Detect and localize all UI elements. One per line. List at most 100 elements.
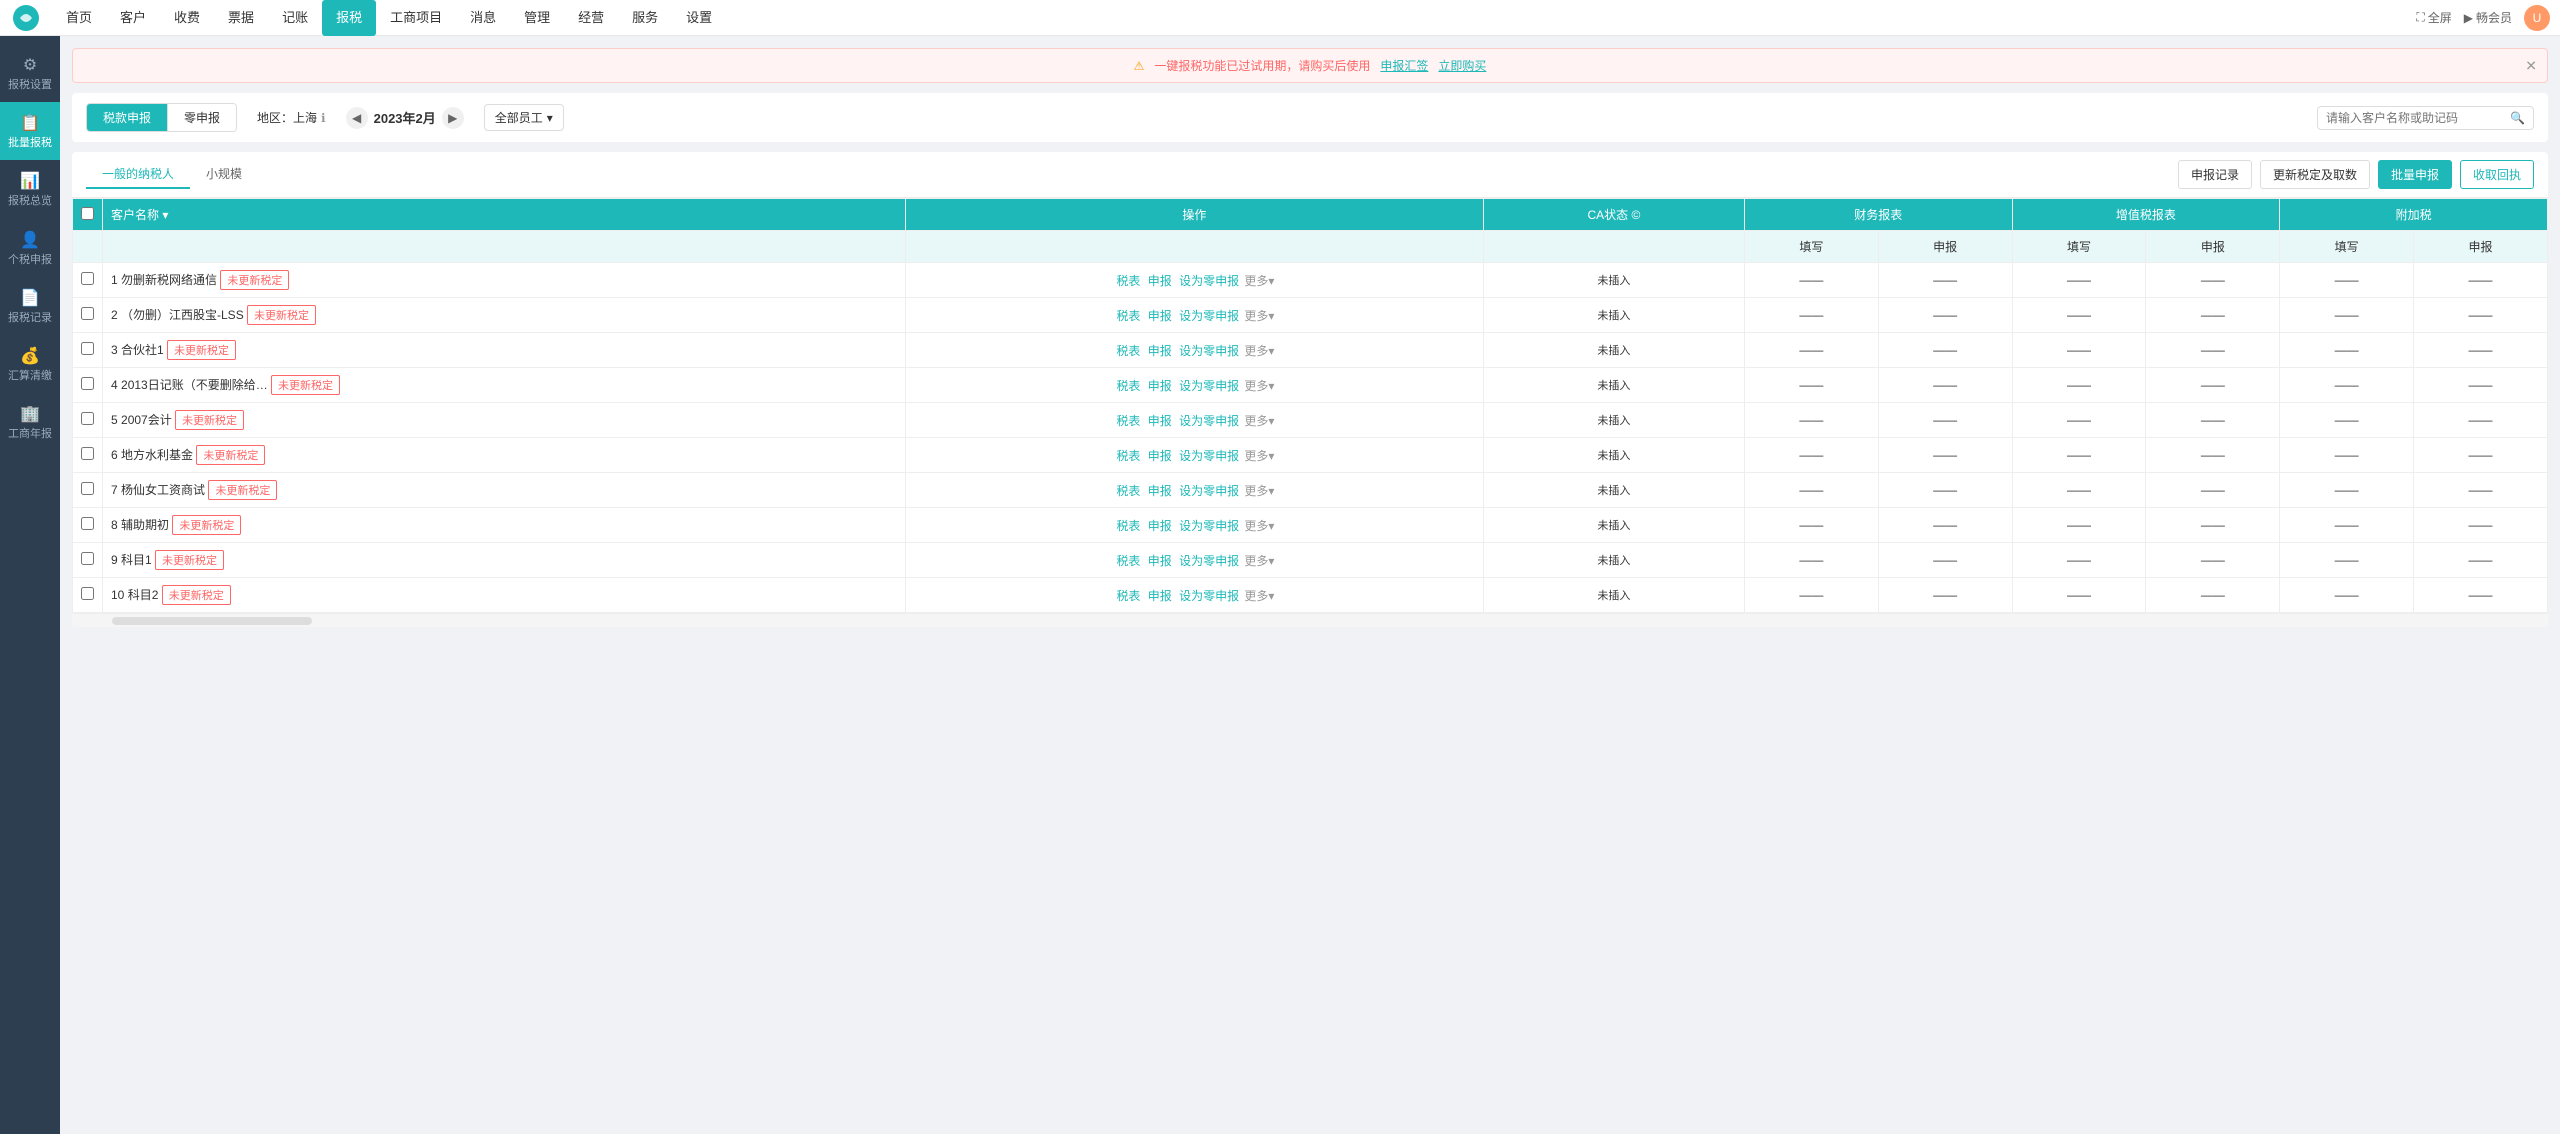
extra-report-3: —— [2414,368,2548,403]
row-checkbox-5[interactable] [81,447,94,460]
op-zero-1[interactable]: 设为零申报 [1179,309,1239,323]
op-declare-1[interactable]: 申报 [1148,309,1172,323]
nav-item-消息[interactable]: 消息 [456,0,510,36]
op-zero-0[interactable]: 设为零申报 [1179,274,1239,288]
op-more-8[interactable]: 更多▾ [1244,554,1274,568]
nav-item-经营[interactable]: 经营 [564,0,618,36]
op-declare-9[interactable]: 申报 [1148,589,1172,603]
sidebar-item-报税设置[interactable]: ⚙ 报税设置 [0,44,60,102]
op-declare-5[interactable]: 申报 [1148,449,1172,463]
op-taxsheet-6[interactable]: 税表 [1116,484,1140,498]
op-declare-7[interactable]: 申报 [1148,519,1172,533]
row-checkbox-6[interactable] [81,482,94,495]
op-more-1[interactable]: 更多▾ [1244,309,1274,323]
date-prev-button[interactable]: ◀ [346,107,368,129]
op-taxsheet-7[interactable]: 税表 [1116,519,1140,533]
action-btn-0[interactable]: 申报记录 [2178,160,2252,189]
op-more-4[interactable]: 更多▾ [1244,414,1274,428]
sidebar-item-汇算清缴[interactable]: 💰 汇算清缴 [0,335,60,393]
nav-item-客户[interactable]: 客户 [106,0,160,36]
action-btn-3[interactable]: 收取回执 [2460,160,2534,189]
sidebar-item-工商年报[interactable]: 🏢 工商年报 [0,393,60,451]
op-more-9[interactable]: 更多▾ [1244,589,1274,603]
op-declare-3[interactable]: 申报 [1148,379,1172,393]
nav-item-管理[interactable]: 管理 [510,0,564,36]
sidebar-item-报税总览[interactable]: 📊 报税总览 [0,160,60,218]
banner-link-report[interactable]: 申报汇签 [1380,57,1428,74]
sidebar-item-报税记录[interactable]: 📄 报税记录 [0,277,60,335]
op-zero-6[interactable]: 设为零申报 [1179,484,1239,498]
row-checkbox-8[interactable] [81,552,94,565]
col-header-ops: 操作 [905,199,1483,231]
info-icon[interactable]: ℹ [321,111,326,125]
nav-item-服务[interactable]: 服务 [618,0,672,36]
op-declare-2[interactable]: 申报 [1148,344,1172,358]
row-checkbox-3[interactable] [81,377,94,390]
op-taxsheet-5[interactable]: 税表 [1116,449,1140,463]
op-zero-7[interactable]: 设为零申报 [1179,519,1239,533]
action-btn-1[interactable]: 更新税定及取数 [2260,160,2370,189]
row-checkbox-2[interactable] [81,342,94,355]
row-checkbox-9[interactable] [81,587,94,600]
upgrade-button[interactable]: ▶ 畅会员 [2464,9,2512,26]
op-more-3[interactable]: 更多▾ [1244,379,1274,393]
banner-close-button[interactable]: ✕ [2525,57,2537,74]
op-more-0[interactable]: 更多▾ [1244,274,1274,288]
row-checkbox-4[interactable] [81,412,94,425]
sidebar-item-个税申报[interactable]: 👤 个税申报 [0,219,60,277]
op-more-6[interactable]: 更多▾ [1244,484,1274,498]
taxpayer-tab-1[interactable]: 小规模 [190,160,258,189]
staff-selector[interactable]: 全部员工 ▾ [484,104,564,131]
nav-item-设置[interactable]: 设置 [672,0,726,36]
filter-tab-0[interactable]: 税款申报 [87,104,168,131]
vat-report-1: —— [2146,298,2280,333]
nav-item-票据[interactable]: 票据 [214,0,268,36]
horizontal-scrollbar[interactable] [72,613,2548,627]
op-declare-8[interactable]: 申报 [1148,554,1172,568]
row-checkbox-1[interactable] [81,307,94,320]
scrollbar-thumb[interactable] [112,617,312,625]
avatar[interactable]: U [2524,5,2550,31]
nav-item-首页[interactable]: 首页 [52,0,106,36]
op-more-5[interactable]: 更多▾ [1244,449,1274,463]
op-taxsheet-8[interactable]: 税表 [1116,554,1140,568]
nav-item-记账[interactable]: 记账 [268,0,322,36]
action-btn-2[interactable]: 批量申报 [2378,160,2452,189]
op-declare-6[interactable]: 申报 [1148,484,1172,498]
op-zero-8[interactable]: 设为零申报 [1179,554,1239,568]
op-taxsheet-0[interactable]: 税表 [1116,274,1140,288]
staff-dropdown-icon: ▾ [547,111,553,125]
date-next-button[interactable]: ▶ [442,107,464,129]
nav-item-报税[interactable]: 报税 [322,0,376,36]
taxpayer-tab-0[interactable]: 一般的纳税人 [86,160,190,189]
op-zero-4[interactable]: 设为零申报 [1179,414,1239,428]
op-taxsheet-9[interactable]: 税表 [1116,589,1140,603]
filter-tab-1[interactable]: 零申报 [168,104,236,131]
row-checkbox-7[interactable] [81,517,94,530]
op-taxsheet-1[interactable]: 税表 [1116,309,1140,323]
row-no: 4 [111,378,121,392]
search-input[interactable] [2326,111,2506,125]
op-declare-4[interactable]: 申报 [1148,414,1172,428]
op-taxsheet-2[interactable]: 税表 [1116,344,1140,358]
sidebar-item-批量报税[interactable]: 📋 批量报税 [0,102,60,160]
row-checkbox-0[interactable] [81,272,94,285]
fullscreen-button[interactable]: ⛶ 全屏 [2416,9,2451,26]
op-more-7[interactable]: 更多▾ [1244,519,1274,533]
op-declare-0[interactable]: 申报 [1148,274,1172,288]
nav-item-工商项目[interactable]: 工商项目 [376,0,456,36]
op-more-2[interactable]: 更多▾ [1244,344,1274,358]
banner-link-buy[interactable]: 立即购买 [1438,57,1486,74]
search-icon[interactable]: 🔍 [2510,111,2525,125]
op-zero-3[interactable]: 设为零申报 [1179,379,1239,393]
sidebar-label: 工商年报 [8,428,52,441]
op-taxsheet-4[interactable]: 税表 [1116,414,1140,428]
logo[interactable] [10,2,42,34]
select-all-checkbox[interactable] [81,207,94,220]
op-zero-2[interactable]: 设为零申报 [1179,344,1239,358]
extra-report-5: —— [2414,438,2548,473]
op-zero-9[interactable]: 设为零申报 [1179,589,1239,603]
op-taxsheet-3[interactable]: 税表 [1116,379,1140,393]
nav-item-收费[interactable]: 收费 [160,0,214,36]
op-zero-5[interactable]: 设为零申报 [1179,449,1239,463]
